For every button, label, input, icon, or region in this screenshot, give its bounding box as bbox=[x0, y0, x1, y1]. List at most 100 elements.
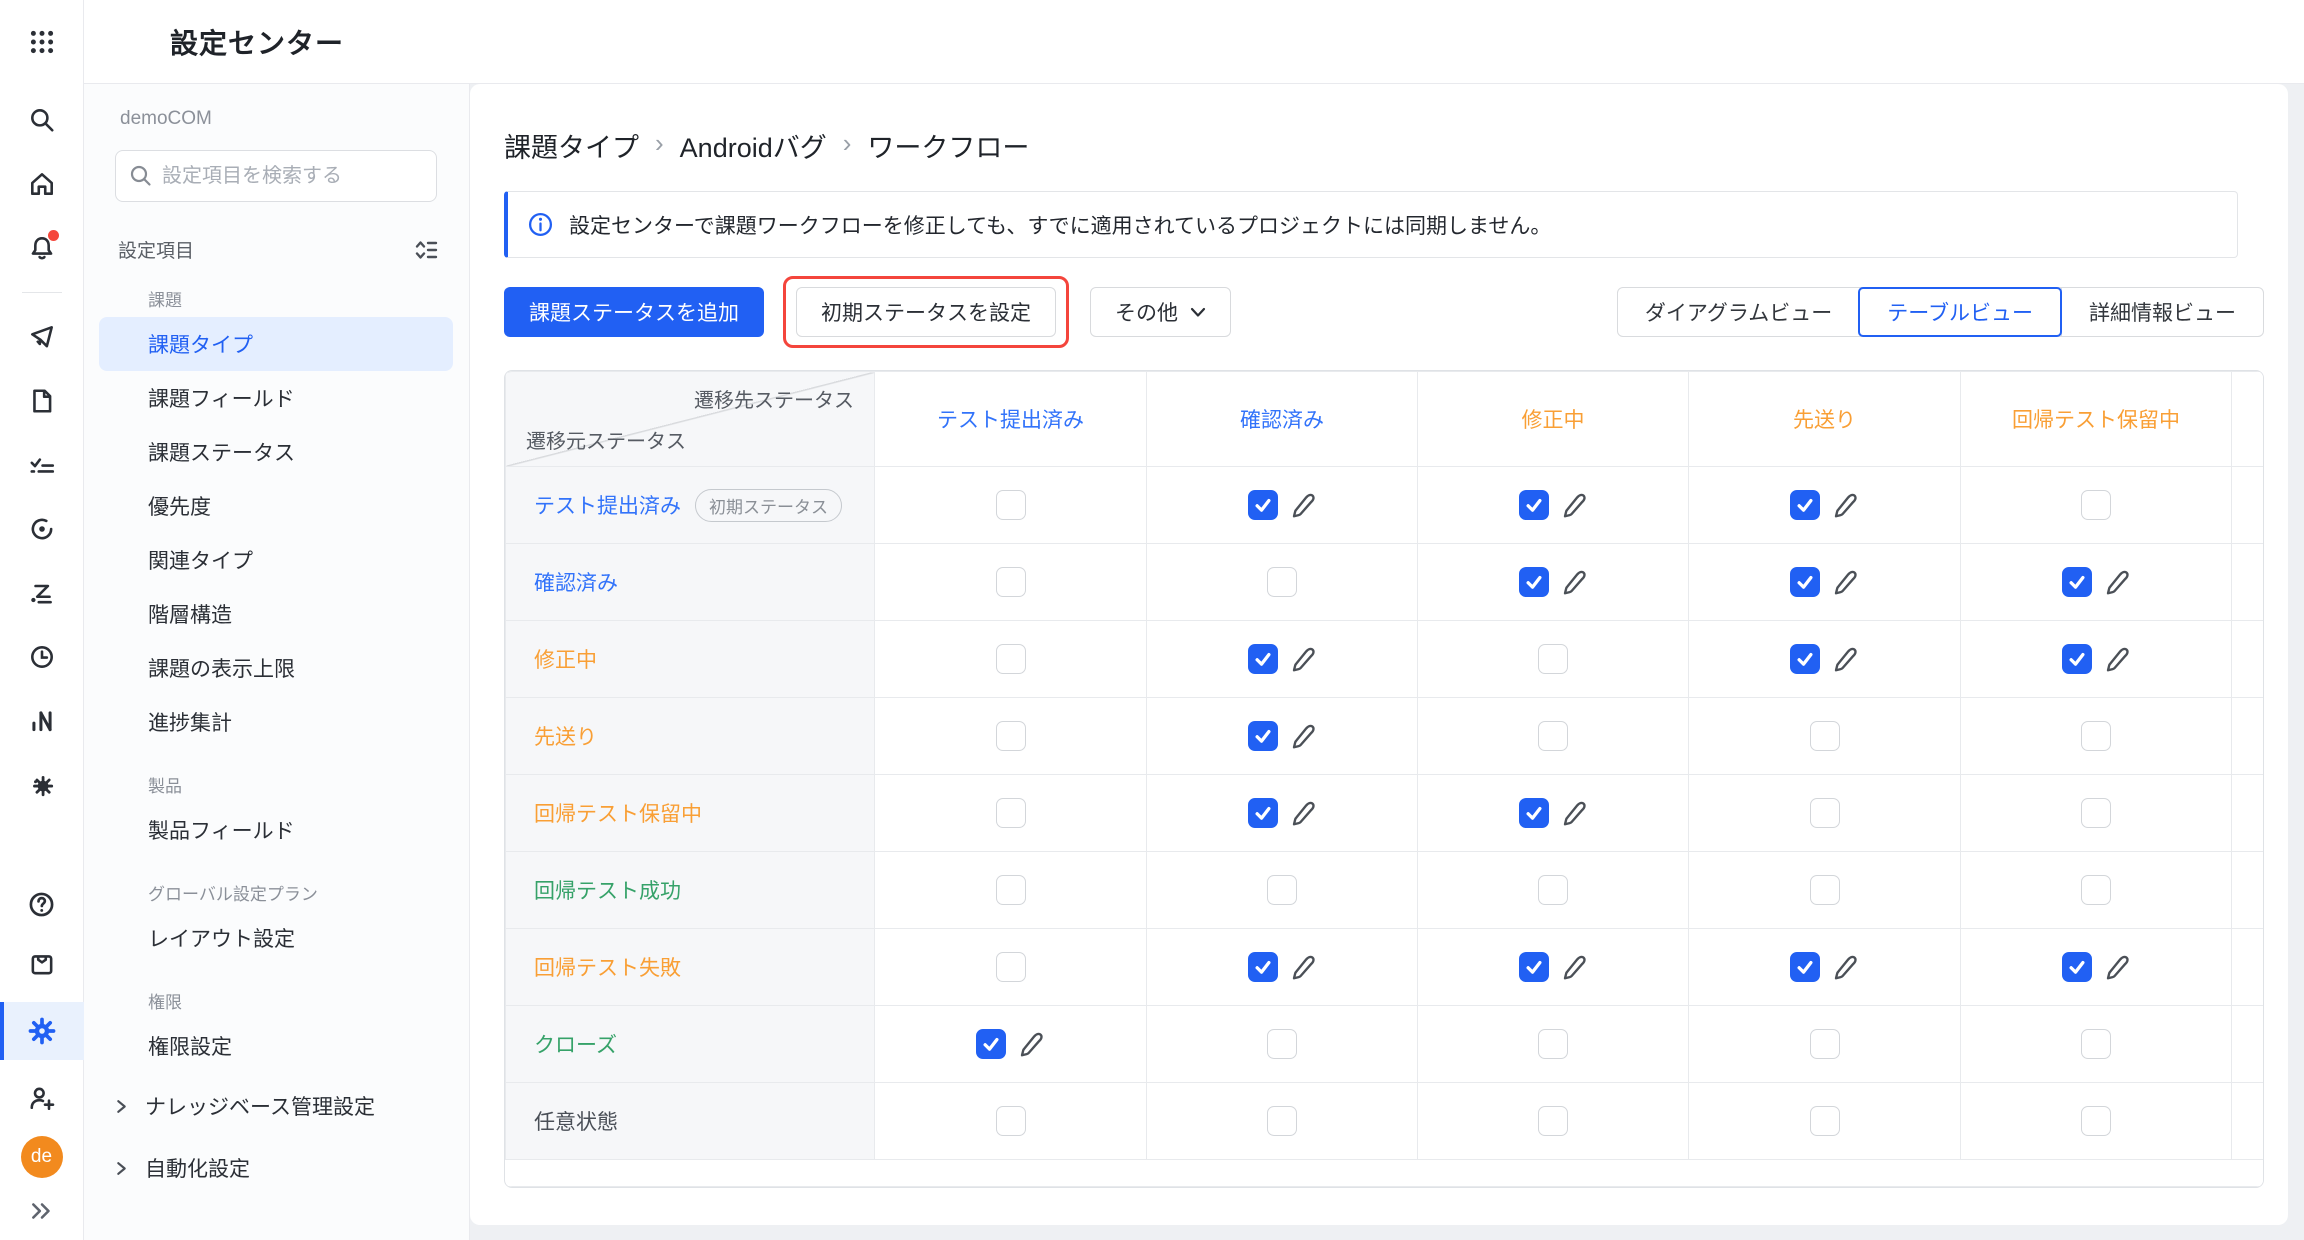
transition-checkbox-unchecked[interactable] bbox=[1538, 721, 1568, 751]
add-status-button[interactable]: 課題ステータスを追加 bbox=[504, 287, 764, 337]
breadcrumb-issue-type[interactable]: 課題タイプ bbox=[504, 126, 639, 165]
column-header-先送り[interactable]: 先送り bbox=[1688, 371, 1961, 467]
transition-checkbox-checked[interactable] bbox=[1518, 567, 1549, 597]
edit-transition-icon[interactable] bbox=[1830, 645, 1859, 674]
transition-checkbox-unchecked[interactable] bbox=[2081, 875, 2111, 905]
invite-member-icon[interactable] bbox=[20, 1076, 64, 1120]
transition-checkbox-unchecked[interactable] bbox=[2081, 1029, 2111, 1059]
transition-checkbox-unchecked[interactable] bbox=[1809, 1029, 1840, 1059]
edit-transition-icon[interactable] bbox=[1288, 722, 1317, 751]
transition-checkbox-unchecked[interactable] bbox=[2081, 721, 2111, 751]
breadcrumb-android-bug[interactable]: Androidバグ bbox=[680, 126, 827, 165]
transition-checkbox-checked[interactable] bbox=[1247, 798, 1278, 828]
edit-transition-icon[interactable] bbox=[1559, 953, 1588, 982]
reports-chart-icon[interactable] bbox=[20, 699, 64, 743]
transition-checkbox-unchecked[interactable] bbox=[1538, 644, 1568, 674]
sidebar-item-優先度[interactable]: 優先度 bbox=[99, 479, 453, 533]
notifications-bell-icon[interactable] bbox=[20, 226, 64, 270]
status-link[interactable]: 回帰テスト成功 bbox=[534, 880, 681, 903]
view-button-ダイアグラムビュー[interactable]: ダイアグラムビュー bbox=[1618, 288, 1859, 336]
status-link[interactable]: 回帰テスト失敗 bbox=[534, 957, 681, 980]
transition-checkbox-unchecked[interactable] bbox=[2081, 490, 2111, 520]
edit-transition-icon[interactable] bbox=[1830, 568, 1859, 597]
column-header-回帰テスト保留中[interactable]: 回帰テスト保留中 bbox=[1960, 371, 2232, 467]
transition-checkbox-checked[interactable] bbox=[1247, 490, 1278, 520]
status-link[interactable]: 先送り bbox=[534, 726, 597, 749]
view-button-詳細情報ビュー[interactable]: 詳細情報ビュー bbox=[2061, 288, 2263, 336]
edit-transition-icon[interactable] bbox=[1830, 953, 1859, 982]
transition-checkbox-unchecked[interactable] bbox=[1809, 1106, 1840, 1136]
apps-grid-icon[interactable] bbox=[20, 20, 64, 64]
transition-checkbox-unchecked[interactable] bbox=[995, 952, 1026, 982]
time-clock-icon[interactable] bbox=[20, 635, 64, 679]
transition-checkbox-unchecked[interactable] bbox=[1267, 1106, 1297, 1136]
sidebar-expandable-自動化設定[interactable]: 自動化設定 bbox=[84, 1139, 469, 1197]
transition-checkbox-checked[interactable] bbox=[1247, 721, 1278, 751]
transition-checkbox-unchecked[interactable] bbox=[995, 1106, 1026, 1136]
transition-checkbox-checked[interactable] bbox=[1518, 490, 1549, 520]
transition-checkbox-unchecked[interactable] bbox=[1809, 798, 1840, 828]
sprints-icon[interactable] bbox=[20, 507, 64, 551]
transition-checkbox-checked[interactable] bbox=[2061, 644, 2092, 674]
projects-icon[interactable] bbox=[20, 315, 64, 359]
sidebar-item-進捗集計[interactable]: 進捗集計 bbox=[99, 695, 453, 749]
sidebar-item-製品フィールド[interactable]: 製品フィールド bbox=[99, 803, 453, 857]
view-button-テーブルビュー[interactable]: テーブルビュー bbox=[1858, 287, 2062, 337]
transition-checkbox-unchecked[interactable] bbox=[1538, 875, 1568, 905]
transition-checkbox-unchecked[interactable] bbox=[1267, 875, 1297, 905]
transition-checkbox-checked[interactable] bbox=[1790, 952, 1820, 982]
status-link[interactable]: 回帰テスト保留中 bbox=[534, 803, 702, 826]
edit-transition-icon[interactable] bbox=[1288, 645, 1317, 674]
transition-checkbox-checked[interactable] bbox=[2061, 567, 2092, 597]
status-link[interactable]: テスト提出済み bbox=[534, 495, 681, 518]
help-icon[interactable] bbox=[20, 882, 64, 926]
transition-checkbox-unchecked[interactable] bbox=[1809, 721, 1840, 751]
home-icon[interactable] bbox=[20, 162, 64, 206]
search-icon[interactable] bbox=[20, 98, 64, 142]
transition-checkbox-checked[interactable] bbox=[1518, 952, 1549, 982]
sidebar-item-課題フィールド[interactable]: 課題フィールド bbox=[99, 371, 453, 425]
search-input[interactable] bbox=[115, 150, 437, 202]
column-header-修正中[interactable]: 修正中 bbox=[1417, 371, 1689, 467]
transition-checkbox-unchecked[interactable] bbox=[995, 798, 1026, 828]
set-initial-status-button[interactable]: 初期ステータスを設定 bbox=[796, 287, 1056, 337]
sidebar-item-レイアウト設定[interactable]: レイアウト設定 bbox=[99, 911, 453, 965]
transition-checkbox-unchecked[interactable] bbox=[1538, 1029, 1568, 1059]
transition-checkbox-unchecked[interactable] bbox=[2081, 798, 2111, 828]
status-link[interactable]: 修正中 bbox=[534, 649, 597, 672]
transition-checkbox-checked[interactable] bbox=[1790, 567, 1820, 597]
edit-transition-icon[interactable] bbox=[1830, 491, 1859, 520]
transition-checkbox-unchecked[interactable] bbox=[995, 567, 1026, 597]
tasks-icon[interactable] bbox=[20, 443, 64, 487]
transition-checkbox-unchecked[interactable] bbox=[995, 721, 1026, 751]
transition-checkbox-checked[interactable] bbox=[1247, 644, 1278, 674]
sidebar-item-課題ステータス[interactable]: 課題ステータス bbox=[99, 425, 453, 479]
transition-checkbox-checked[interactable] bbox=[1518, 798, 1549, 828]
edit-transition-icon[interactable] bbox=[2102, 568, 2131, 597]
transition-checkbox-unchecked[interactable] bbox=[1809, 875, 1840, 905]
status-link[interactable]: クローズ bbox=[534, 1034, 617, 1057]
transition-checkbox-checked[interactable] bbox=[976, 1029, 1006, 1059]
edit-transition-icon[interactable] bbox=[1288, 491, 1317, 520]
transition-checkbox-checked[interactable] bbox=[1790, 490, 1820, 520]
edit-transition-icon[interactable] bbox=[1559, 799, 1588, 828]
transition-checkbox-unchecked[interactable] bbox=[995, 644, 1026, 674]
workflows-icon[interactable] bbox=[20, 571, 64, 615]
transition-checkbox-unchecked[interactable] bbox=[995, 490, 1026, 520]
sidebar-item-階層構造[interactable]: 階層構造 bbox=[99, 587, 453, 641]
more-button[interactable]: その他 bbox=[1090, 287, 1231, 337]
sidebar-item-関連タイプ[interactable]: 関連タイプ bbox=[99, 533, 453, 587]
sidebar-item-課題の表示上限[interactable]: 課題の表示上限 bbox=[99, 641, 453, 695]
transition-checkbox-unchecked[interactable] bbox=[1267, 1029, 1297, 1059]
edit-transition-icon[interactable] bbox=[1559, 568, 1588, 597]
edit-transition-icon[interactable] bbox=[2102, 953, 2131, 982]
edit-transition-icon[interactable] bbox=[1559, 491, 1588, 520]
status-link[interactable]: 任意状態 bbox=[534, 1111, 618, 1134]
transition-checkbox-unchecked[interactable] bbox=[995, 875, 1026, 905]
transition-checkbox-unchecked[interactable] bbox=[2081, 1106, 2111, 1136]
resources-bag-icon[interactable] bbox=[20, 942, 64, 986]
sidebar-expandable-ナレッジベース管理設定[interactable]: ナレッジベース管理設定 bbox=[84, 1077, 469, 1135]
collapse-all-icon[interactable] bbox=[413, 237, 439, 263]
edit-transition-icon[interactable] bbox=[1288, 953, 1317, 982]
transition-checkbox-checked[interactable] bbox=[1247, 952, 1278, 982]
